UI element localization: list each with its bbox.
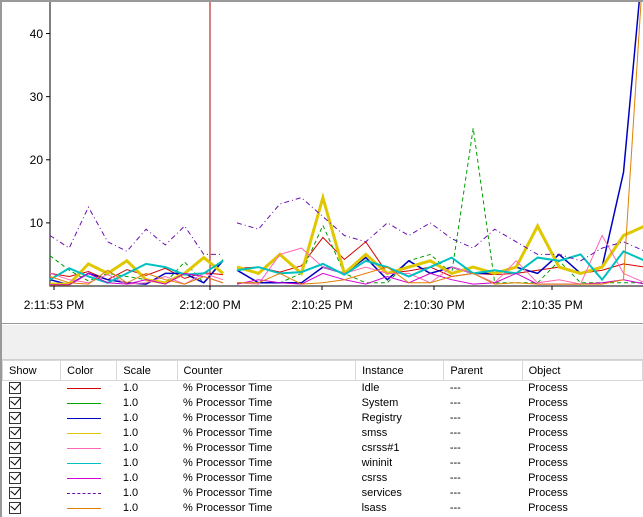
cell-counter: % Processor Time xyxy=(177,411,356,426)
cell-counter: % Processor Time xyxy=(177,471,356,486)
cell-parent: --- xyxy=(444,411,522,426)
cell-object: Process xyxy=(522,486,642,501)
x-tick-label: 2:10:35 PM xyxy=(521,298,582,312)
cell-parent: --- xyxy=(444,456,522,471)
y-tick-label: 20 xyxy=(7,153,43,167)
counter-table: Show Color Scale Counter Instance Parent… xyxy=(2,360,643,516)
show-checkbox[interactable] xyxy=(9,427,21,439)
color-swatch xyxy=(67,433,101,434)
cell-scale: 1.0 xyxy=(117,396,177,411)
cell-parent: --- xyxy=(444,471,522,486)
cell-instance: services xyxy=(356,486,444,501)
show-checkbox[interactable] xyxy=(9,397,21,409)
chart-series-lsass xyxy=(50,2,643,284)
cell-scale: 1.0 xyxy=(117,411,177,426)
cell-object: Process xyxy=(522,456,642,471)
header-instance[interactable]: Instance xyxy=(356,361,444,381)
y-tick-label: 10 xyxy=(7,216,43,230)
cell-object: Process xyxy=(522,381,642,396)
cell-instance: smss xyxy=(356,426,444,441)
cell-instance: Registry xyxy=(356,411,444,426)
cell-scale: 1.0 xyxy=(117,426,177,441)
show-checkbox[interactable] xyxy=(9,442,21,454)
cell-parent: --- xyxy=(444,501,522,516)
x-tick-label: 2:12:00 PM xyxy=(179,298,240,312)
table-header-row: Show Color Scale Counter Instance Parent… xyxy=(3,361,643,381)
color-swatch xyxy=(67,403,101,404)
header-scale[interactable]: Scale xyxy=(117,361,177,381)
cell-object: Process xyxy=(522,396,642,411)
cell-instance: csrss xyxy=(356,471,444,486)
table-row[interactable]: 1.0% Processor Timelsass---Process xyxy=(3,501,643,516)
show-checkbox[interactable] xyxy=(9,502,21,514)
cell-parent: --- xyxy=(444,486,522,501)
header-color[interactable]: Color xyxy=(61,361,117,381)
cell-counter: % Processor Time xyxy=(177,426,356,441)
show-checkbox[interactable] xyxy=(9,472,21,484)
chart-series-services xyxy=(50,198,643,261)
cell-parent: --- xyxy=(444,426,522,441)
header-object[interactable]: Object xyxy=(522,361,642,381)
cell-scale: 1.0 xyxy=(117,501,177,516)
color-swatch xyxy=(67,508,101,509)
show-checkbox[interactable] xyxy=(9,487,21,499)
table-row[interactable]: 1.0% Processor TimeIdle---Process xyxy=(3,381,643,396)
cell-instance: csrss#1 xyxy=(356,441,444,456)
header-show[interactable]: Show xyxy=(3,361,61,381)
x-tick-label: 2:11:53 PM xyxy=(24,298,84,312)
cell-instance: wininit xyxy=(356,456,444,471)
cell-scale: 1.0 xyxy=(117,486,177,501)
cell-counter: % Processor Time xyxy=(177,441,356,456)
table-row[interactable]: 1.0% Processor TimeRegistry---Process xyxy=(3,411,643,426)
color-swatch xyxy=(67,478,101,479)
cell-counter: % Processor Time xyxy=(177,456,356,471)
color-swatch xyxy=(67,463,101,464)
cell-counter: % Processor Time xyxy=(177,381,356,396)
show-checkbox[interactable] xyxy=(9,382,21,394)
cell-object: Process xyxy=(522,441,642,456)
color-swatch xyxy=(67,448,101,449)
cell-scale: 1.0 xyxy=(117,456,177,471)
cell-scale: 1.0 xyxy=(117,441,177,456)
show-checkbox[interactable] xyxy=(9,412,21,424)
cell-counter: % Processor Time xyxy=(177,396,356,411)
cell-parent: --- xyxy=(444,396,522,411)
cell-parent: --- xyxy=(444,441,522,456)
chart-series-smss xyxy=(50,198,643,285)
x-tick-label: 2:10:25 PM xyxy=(291,298,352,312)
header-counter[interactable]: Counter xyxy=(177,361,356,381)
cell-object: Process xyxy=(522,411,642,426)
y-tick-label: 40 xyxy=(7,27,43,41)
table-row[interactable]: 1.0% Processor Timewininit---Process xyxy=(3,456,643,471)
chart-series-Registry xyxy=(50,2,643,285)
show-checkbox[interactable] xyxy=(9,457,21,469)
x-tick-label: 2:10:30 PM xyxy=(403,298,464,312)
color-swatch xyxy=(67,418,101,419)
table-row[interactable]: 1.0% Processor Timecsrss---Process xyxy=(3,471,643,486)
cell-counter: % Processor Time xyxy=(177,486,356,501)
cell-object: Process xyxy=(522,471,642,486)
table-row[interactable]: 1.0% Processor Timesmss---Process xyxy=(3,426,643,441)
performance-chart[interactable]: 10 20 30 40 2:11:53 PM 2:12:00 PM 2:10:25 PM 2… xyxy=(2,2,643,324)
table-row[interactable]: 1.0% Processor Timeservices---Process xyxy=(3,486,643,501)
cell-counter: % Processor Time xyxy=(177,501,356,516)
cell-instance: System xyxy=(356,396,444,411)
y-tick-label: 30 xyxy=(7,90,43,104)
color-swatch xyxy=(67,388,101,389)
cell-scale: 1.0 xyxy=(117,471,177,486)
cell-instance: Idle xyxy=(356,381,444,396)
table-row[interactable]: 1.0% Processor TimeSystem---Process xyxy=(3,396,643,411)
cell-object: Process xyxy=(522,426,642,441)
color-swatch xyxy=(67,493,101,494)
splitter[interactable] xyxy=(2,324,643,360)
table-row[interactable]: 1.0% Processor Timecsrss#1---Process xyxy=(3,441,643,456)
cell-object: Process xyxy=(522,501,642,516)
cell-scale: 1.0 xyxy=(117,381,177,396)
cell-parent: --- xyxy=(444,381,522,396)
header-parent[interactable]: Parent xyxy=(444,361,522,381)
cell-instance: lsass xyxy=(356,501,444,516)
